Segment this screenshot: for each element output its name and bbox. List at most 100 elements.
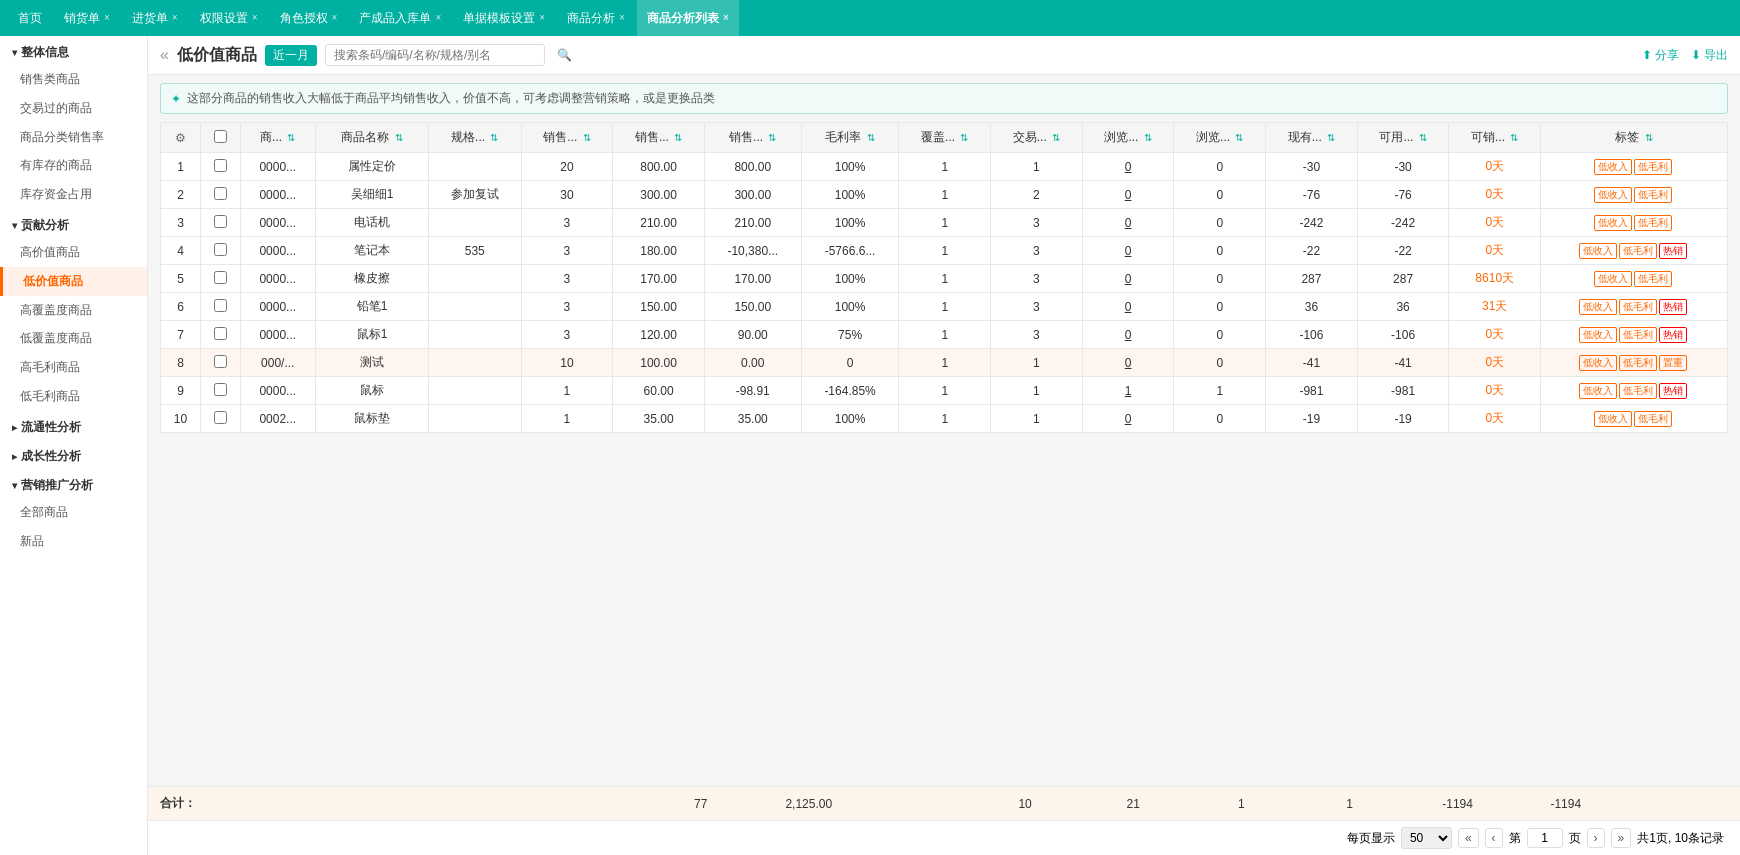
- search-input[interactable]: [325, 44, 545, 66]
- row-select[interactable]: [214, 411, 227, 424]
- sidebar-item-low-margin[interactable]: 低毛利商品: [0, 382, 147, 411]
- row-s9: -981: [1266, 377, 1358, 405]
- share-button[interactable]: ⬆ 分享: [1642, 47, 1679, 64]
- col-sales1[interactable]: 销售... ⇅: [521, 123, 613, 153]
- row-checkbox[interactable]: [201, 237, 240, 265]
- sidebar-item-low-value[interactable]: 低价值商品: [0, 267, 147, 296]
- nav-home[interactable]: 首页: [8, 0, 52, 36]
- sidebar-collapse-btn[interactable]: «: [160, 46, 169, 64]
- row-select[interactable]: [214, 355, 227, 368]
- row-s7[interactable]: 0: [1082, 321, 1174, 349]
- page-size-select[interactable]: 50 100: [1401, 827, 1452, 849]
- nav-close-analysis-list[interactable]: ×: [723, 0, 729, 36]
- row-checkbox[interactable]: [201, 349, 240, 377]
- sidebar-item-new-products[interactable]: 新品: [0, 527, 147, 556]
- row-checkbox[interactable]: [201, 293, 240, 321]
- sidebar-item-high-margin[interactable]: 高毛利商品: [0, 353, 147, 382]
- nav-product-inbound[interactable]: 产成品入库单 ×: [349, 0, 451, 36]
- sidebar-item-stock[interactable]: 有库存的商品: [0, 151, 147, 180]
- row-s8: 0: [1174, 265, 1266, 293]
- first-page-btn[interactable]: «: [1458, 828, 1479, 848]
- nav-role-auth[interactable]: 角色授权 ×: [270, 0, 348, 36]
- search-icon[interactable]: 🔍: [557, 48, 572, 62]
- nav-close-purchase[interactable]: ×: [172, 0, 178, 36]
- row-select[interactable]: [214, 271, 227, 284]
- row-s7[interactable]: 0: [1082, 349, 1174, 377]
- sidebar-group-growth[interactable]: ▸ 成长性分析: [0, 440, 147, 469]
- sidebar-group-circulation[interactable]: ▸ 流通性分析: [0, 411, 147, 440]
- next-page-btn[interactable]: ›: [1587, 828, 1605, 848]
- export-button[interactable]: ⬇ 导出: [1691, 47, 1728, 64]
- col-sales2[interactable]: 销售... ⇅: [613, 123, 705, 153]
- col-current-stock[interactable]: 现有... ⇅: [1266, 123, 1358, 153]
- col-margin[interactable]: 毛利率 ⇅: [801, 123, 899, 153]
- row-select[interactable]: [214, 299, 227, 312]
- row-select[interactable]: [214, 243, 227, 256]
- col-settings[interactable]: ⚙: [161, 123, 201, 153]
- filter-recent-month[interactable]: 近一月: [265, 45, 317, 66]
- nav-product-analysis-list[interactable]: 商品分析列表 ×: [637, 0, 739, 36]
- row-s7[interactable]: 0: [1082, 265, 1174, 293]
- col-available-stock[interactable]: 可用... ⇅: [1357, 123, 1449, 153]
- select-all-checkbox[interactable]: [214, 130, 227, 143]
- sidebar-item-sales-products[interactable]: 销售类商品: [0, 65, 147, 94]
- col-name[interactable]: 商品名称 ⇅: [316, 123, 429, 153]
- row-checkbox[interactable]: [201, 209, 240, 237]
- col-view1[interactable]: 浏览... ⇅: [1082, 123, 1174, 153]
- prev-page-btn[interactable]: ‹: [1485, 828, 1503, 848]
- nav-close-template[interactable]: ×: [539, 0, 545, 36]
- row-s7[interactable]: 0: [1082, 209, 1174, 237]
- content-header: « 低价值商品 近一月 🔍 ⬆ 分享 ⬇ 导出: [148, 36, 1740, 75]
- footer-s9: -1194: [1404, 797, 1512, 811]
- row-s7[interactable]: 0: [1082, 237, 1174, 265]
- row-checkbox[interactable]: [201, 377, 240, 405]
- row-checkbox[interactable]: [201, 265, 240, 293]
- nav-close-role[interactable]: ×: [332, 0, 338, 36]
- sidebar-group-marketing[interactable]: ▾ 营销推广分析: [0, 469, 147, 498]
- row-select[interactable]: [214, 159, 227, 172]
- row-checkbox[interactable]: [201, 153, 240, 181]
- sidebar-item-all-products[interactable]: 全部商品: [0, 498, 147, 527]
- sidebar-group-overview[interactable]: ▾ 整体信息: [0, 36, 147, 65]
- col-sellable-stock[interactable]: 可销... ⇅: [1449, 123, 1541, 153]
- nav-close-analysis[interactable]: ×: [619, 0, 625, 36]
- sidebar-item-category-rate[interactable]: 商品分类销售率: [0, 123, 147, 152]
- table-container[interactable]: ⚙ 商... ⇅ 商品名称 ⇅ 规格... ⇅ 销售... ⇅ 销售... ⇅ …: [160, 122, 1728, 786]
- nav-purchase-order[interactable]: 进货单 ×: [122, 0, 188, 36]
- sidebar-item-high-value[interactable]: 高价值商品: [0, 238, 147, 267]
- row-checkbox[interactable]: [201, 405, 240, 433]
- sidebar-group-contribution[interactable]: ▾ 贡献分析: [0, 209, 147, 238]
- nav-close-inbound[interactable]: ×: [435, 0, 441, 36]
- row-select[interactable]: [214, 327, 227, 340]
- sidebar-item-high-coverage[interactable]: 高覆盖度商品: [0, 296, 147, 325]
- row-s7[interactable]: 1: [1082, 377, 1174, 405]
- row-select[interactable]: [214, 383, 227, 396]
- col-coverage[interactable]: 覆盖... ⇅: [899, 123, 991, 153]
- nav-permission[interactable]: 权限设置 ×: [190, 0, 268, 36]
- nav-sales-order[interactable]: 销货单 ×: [54, 0, 120, 36]
- col-transaction[interactable]: 交易... ⇅: [991, 123, 1083, 153]
- nav-close-permission[interactable]: ×: [252, 0, 258, 36]
- row-checkbox[interactable]: [201, 181, 240, 209]
- sidebar-item-stock-value[interactable]: 库存资金占用: [0, 180, 147, 209]
- row-checkbox[interactable]: [201, 321, 240, 349]
- row-s7[interactable]: 0: [1082, 153, 1174, 181]
- row-s7[interactable]: 0: [1082, 181, 1174, 209]
- row-s7[interactable]: 0: [1082, 405, 1174, 433]
- sidebar-item-traded[interactable]: 交易过的商品: [0, 94, 147, 123]
- nav-template[interactable]: 单据模板设置 ×: [453, 0, 555, 36]
- col-tags[interactable]: 标签 ⇅: [1541, 123, 1728, 153]
- row-select[interactable]: [214, 215, 227, 228]
- col-sales3[interactable]: 销售... ⇅: [704, 123, 801, 153]
- col-view2[interactable]: 浏览... ⇅: [1174, 123, 1266, 153]
- last-page-btn[interactable]: »: [1611, 828, 1632, 848]
- row-s7[interactable]: 0: [1082, 293, 1174, 321]
- row-select[interactable]: [214, 187, 227, 200]
- page-number-input[interactable]: [1527, 828, 1563, 848]
- col-spec[interactable]: 规格... ⇅: [428, 123, 521, 153]
- nav-product-analysis[interactable]: 商品分析 ×: [557, 0, 635, 36]
- sidebar-item-low-coverage[interactable]: 低覆盖度商品: [0, 324, 147, 353]
- col-code[interactable]: 商... ⇅: [240, 123, 316, 153]
- nav-close-sales[interactable]: ×: [104, 0, 110, 36]
- col-checkbox-header[interactable]: [201, 123, 240, 153]
